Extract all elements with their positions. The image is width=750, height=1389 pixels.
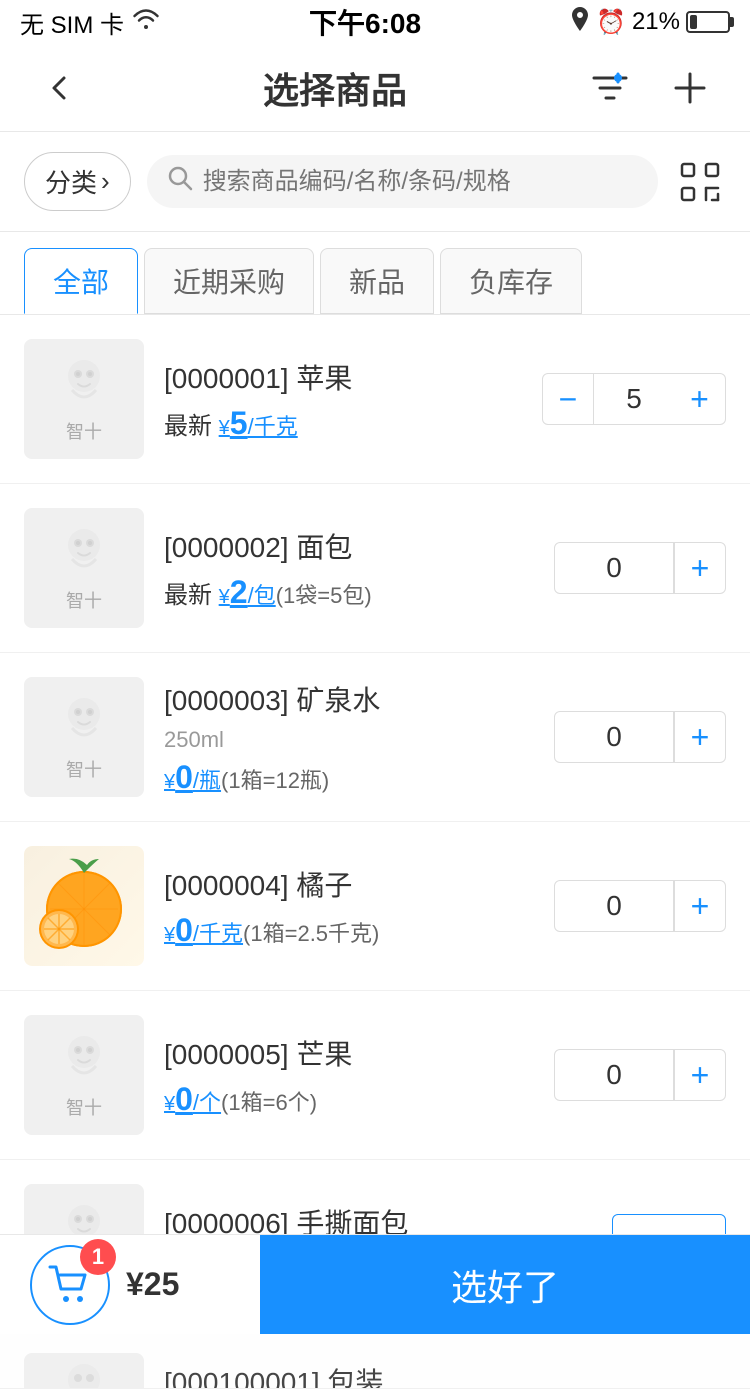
qty-display-0000003: 0 <box>554 711 674 763</box>
battery-icon <box>686 11 730 33</box>
wifi-icon <box>132 8 160 37</box>
qty-control-0000003: 0 + <box>554 711 726 763</box>
tab-new[interactable]: 新品 <box>320 248 434 314</box>
tab-bar: 全部 近期采购 新品 负库存 <box>0 232 750 315</box>
filter-button[interactable] <box>580 58 640 118</box>
confirm-button[interactable]: 选好了 <box>260 1235 750 1334</box>
qty-control-0000002: 0 + <box>554 542 726 594</box>
category-button[interactable]: 分类 › <box>24 152 131 211</box>
product-info-0000002: [0000002] 面包 最新 ¥2/包(1袋=5包) <box>164 526 534 611</box>
filter-bar: 分类 › <box>0 132 750 232</box>
tab-recent[interactable]: 近期采购 <box>144 248 314 314</box>
qty-display-0000002: 0 <box>554 542 674 594</box>
cart-total: ¥25 <box>126 1266 179 1303</box>
qty-plus-0000004[interactable]: + <box>674 880 726 932</box>
back-button[interactable] <box>30 58 90 118</box>
product-item-0000003: 智十 [0000003] 矿泉水 250ml ¥0/瓶(1箱=12瓶) 0 + <box>0 653 750 822</box>
search-input[interactable] <box>203 168 638 196</box>
nav-bar: 选择商品 <box>0 44 750 132</box>
category-label: 分类 <box>45 163 97 200</box>
product-name-0000002: [0000002] 面包 <box>164 526 534 566</box>
product-image-000100001 <box>24 1353 144 1389</box>
product-price-0000004: ¥0/千克(1箱=2.5千克) <box>164 912 534 949</box>
category-chevron-icon: › <box>101 166 110 197</box>
product-image-0000005: 智十 <box>24 1015 144 1135</box>
product-item-0000005: 智十 [0000005] 芒果 ¥0/个(1箱=6个) 0 + <box>0 991 750 1160</box>
search-box <box>147 155 658 208</box>
status-left: 无 SIM 卡 <box>20 5 160 40</box>
qty-plus-0000001[interactable]: + <box>674 373 726 425</box>
bottom-bar: 1 ¥25 选好了 <box>0 1234 750 1334</box>
product-list: 智十 [0000001] 苹果 最新 ¥5/千克 − + <box>0 315 750 1389</box>
battery-percent: 21% <box>632 8 680 36</box>
qty-plus-0000003[interactable]: + <box>674 711 726 763</box>
qty-plus-0000002[interactable]: + <box>674 542 726 594</box>
product-name-000100001: [000100001] 包装 <box>164 1361 726 1389</box>
product-name-0000003: [0000003] 矿泉水 <box>164 679 534 719</box>
product-name-0000004: [0000004] 橘子 <box>164 864 534 904</box>
product-info-000100001: [000100001] 包装 <box>164 1353 726 1389</box>
product-price-0000005: ¥0/个(1箱=6个) <box>164 1081 534 1118</box>
tab-negative[interactable]: 负库存 <box>440 248 582 314</box>
nav-actions <box>580 58 720 118</box>
product-image-0000002: 智十 <box>24 508 144 628</box>
product-item-0000001: 智十 [0000001] 苹果 最新 ¥5/千克 − + <box>0 315 750 484</box>
qty-display-0000004: 0 <box>554 880 674 932</box>
product-price-0000001: 最新 ¥5/千克 <box>164 405 522 442</box>
cart-section: 1 ¥25 <box>0 1245 260 1325</box>
status-time: 下午6:08 <box>309 2 421 42</box>
qty-control-0000001: − + <box>542 373 726 425</box>
product-image-0000003: 智十 <box>24 677 144 797</box>
product-info-0000003: [0000003] 矿泉水 250ml ¥0/瓶(1箱=12瓶) <box>164 679 534 796</box>
product-name-0000001: [0000001] 苹果 <box>164 357 522 397</box>
alarm-icon: ⏰ <box>596 8 626 37</box>
product-info-0000001: [0000001] 苹果 最新 ¥5/千克 <box>164 357 522 442</box>
scan-button[interactable] <box>674 156 726 208</box>
status-right: ⏰ 21% <box>570 7 730 38</box>
carrier-text: 无 SIM 卡 <box>20 5 124 40</box>
cart-button[interactable]: 1 <box>30 1245 110 1325</box>
status-bar: 无 SIM 卡 下午6:08 ⏰ 21% <box>0 0 750 44</box>
page-title: 选择商品 <box>263 62 407 114</box>
qty-input-0000001[interactable] <box>594 373 674 425</box>
location-icon <box>570 7 590 38</box>
product-price-0000002: 最新 ¥2/包(1袋=5包) <box>164 574 534 611</box>
product-info-0000005: [0000005] 芒果 ¥0/个(1箱=6个) <box>164 1033 534 1118</box>
product-item-0000004: [0000004] 橘子 ¥0/千克(1箱=2.5千克) 0 + <box>0 822 750 991</box>
product-name-0000005: [0000005] 芒果 <box>164 1033 534 1073</box>
product-price-0000003: ¥0/瓶(1箱=12瓶) <box>164 759 534 796</box>
search-icon <box>167 165 193 198</box>
product-item-000100001: [000100001] 包装 <box>0 1329 750 1389</box>
qty-control-0000005: 0 + <box>554 1049 726 1101</box>
qty-control-0000004: 0 + <box>554 880 726 932</box>
qty-display-0000005: 0 <box>554 1049 674 1101</box>
cart-badge: 1 <box>80 1239 116 1275</box>
product-image-0000004 <box>24 846 144 966</box>
qty-plus-0000005[interactable]: + <box>674 1049 726 1101</box>
product-spec-0000003: 250ml <box>164 727 534 753</box>
add-button[interactable] <box>660 58 720 118</box>
product-item-0000002: 智十 [0000002] 面包 最新 ¥2/包(1袋=5包) 0 + <box>0 484 750 653</box>
product-image-0000001: 智十 <box>24 339 144 459</box>
product-info-0000004: [0000004] 橘子 ¥0/千克(1箱=2.5千克) <box>164 864 534 949</box>
qty-minus-0000001[interactable]: − <box>542 373 594 425</box>
tab-all[interactable]: 全部 <box>24 248 138 314</box>
